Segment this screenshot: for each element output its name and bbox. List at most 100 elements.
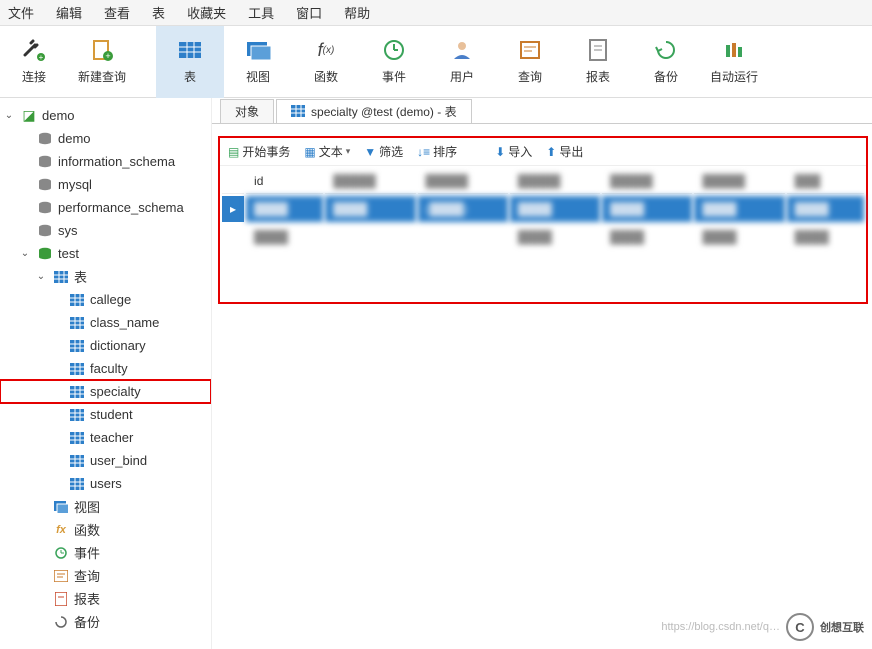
menu-file[interactable]: 文件: [8, 3, 34, 22]
backup-button[interactable]: 备份: [632, 26, 700, 98]
views-group[interactable]: 视图: [0, 495, 211, 518]
content-area: 对象 specialty @test (demo) - 表 ▤开始事务 ▦文本▾…: [212, 98, 872, 649]
sort-button[interactable]: ↓≡排序: [417, 143, 457, 160]
cell[interactable]: ████: [510, 224, 600, 250]
column-header[interactable]: ███: [787, 168, 864, 194]
table-button[interactable]: 表: [156, 26, 224, 98]
backup-icon: [52, 613, 70, 631]
table-node-faculty[interactable]: faculty: [0, 357, 211, 380]
column-header[interactable]: id: [246, 168, 323, 194]
import-button[interactable]: ⬇导入: [495, 143, 532, 160]
db-node-performance_schema[interactable]: performance_schema: [0, 196, 211, 219]
view-button[interactable]: 视图: [224, 26, 292, 98]
column-header[interactable]: █████: [418, 168, 508, 194]
cell[interactable]: ████: [246, 224, 323, 250]
tab-specialty[interactable]: specialty @test (demo) - 表: [276, 99, 472, 123]
cell[interactable]: [325, 224, 415, 250]
event-button[interactable]: 事件: [360, 26, 428, 98]
table-node-specialty[interactable]: specialty: [0, 380, 211, 403]
cell[interactable]: ████: [694, 224, 784, 250]
table-icon: [291, 105, 305, 119]
db-tree: ⌄ ◪ demo demoinformation_schemamysqlperf…: [0, 98, 212, 649]
table-node-teacher[interactable]: teacher: [0, 426, 211, 449]
svg-text:+: +: [105, 51, 110, 61]
menu-view[interactable]: 查看: [104, 3, 130, 22]
connection-node[interactable]: ⌄ ◪ demo: [0, 104, 211, 127]
query-icon: [52, 567, 70, 585]
chevron-down-icon: ▾: [346, 146, 351, 157]
table-node-users[interactable]: users: [0, 472, 211, 495]
column-header[interactable]: █████: [510, 168, 600, 194]
connection-icon: ◪: [20, 107, 38, 125]
cell[interactable]: ████: [246, 196, 323, 222]
report-button[interactable]: 报表: [564, 26, 632, 98]
chevron-down-icon: ⌄: [2, 110, 16, 121]
function-button[interactable]: f(x) 函数: [292, 26, 360, 98]
begin-transaction-button[interactable]: ▤开始事务: [228, 143, 290, 160]
cell[interactable]: (████): [418, 196, 508, 222]
database-icon: [36, 130, 54, 148]
table-node-student[interactable]: student: [0, 403, 211, 426]
table-icon: [68, 383, 86, 401]
watermark: https://blog.csdn.net/q… C 创想互联: [661, 613, 864, 641]
backup-icon: [652, 38, 680, 62]
cell[interactable]: ████: [510, 196, 600, 222]
functions-group[interactable]: fx函数: [0, 518, 211, 541]
row-pointer: [222, 224, 244, 250]
tab-objects[interactable]: 对象: [220, 99, 274, 123]
menu-bar: 文件 编辑 查看 表 收藏夹 工具 窗口 帮助: [0, 0, 872, 26]
query-button[interactable]: 查询: [496, 26, 564, 98]
cell[interactable]: ████: [602, 224, 692, 250]
autorun-button[interactable]: 自动运行: [700, 26, 768, 98]
cell[interactable]: [418, 224, 508, 250]
cell[interactable]: ████: [787, 224, 864, 250]
events-group[interactable]: 事件: [0, 541, 211, 564]
reports-group[interactable]: 报表: [0, 587, 211, 610]
db-node-sys[interactable]: sys: [0, 219, 211, 242]
column-header[interactable]: █████: [325, 168, 415, 194]
database-icon: [36, 176, 54, 194]
db-node-mysql[interactable]: mysql: [0, 173, 211, 196]
text-button[interactable]: ▦文本▾: [304, 143, 350, 160]
menu-window[interactable]: 窗口: [296, 3, 322, 22]
menu-edit[interactable]: 编辑: [56, 3, 82, 22]
table-row[interactable]: ▸████████(████)████████████████: [222, 196, 864, 222]
sort-icon: ↓≡: [417, 145, 430, 159]
column-header[interactable]: █████: [602, 168, 692, 194]
menu-tools[interactable]: 工具: [248, 3, 274, 22]
table-icon: [68, 337, 86, 355]
user-button[interactable]: 用户: [428, 26, 496, 98]
table-node-callege[interactable]: callege: [0, 288, 211, 311]
table-icon: [68, 314, 86, 332]
export-button[interactable]: ⬆导出: [546, 143, 583, 160]
table-node-dictionary[interactable]: dictionary: [0, 334, 211, 357]
backups-group[interactable]: 备份: [0, 610, 211, 633]
tables-group[interactable]: ⌄表: [0, 265, 211, 288]
connection-button[interactable]: + 连接: [0, 26, 68, 98]
data-grid[interactable]: id████████████████████████████ ▸████████…: [220, 166, 866, 252]
cell[interactable]: ████: [787, 196, 864, 222]
db-node-information_schema[interactable]: information_schema: [0, 150, 211, 173]
table-icon: [68, 360, 86, 378]
fx-icon: fx: [52, 521, 70, 539]
table-icon: [68, 406, 86, 424]
database-icon: [36, 222, 54, 240]
column-header[interactable]: █████: [694, 168, 784, 194]
cell[interactable]: ████: [325, 196, 415, 222]
menu-favorites[interactable]: 收藏夹: [187, 3, 226, 22]
query-icon: [516, 38, 544, 62]
table-node-class_name[interactable]: class_name: [0, 311, 211, 334]
table-node-user_bind[interactable]: user_bind: [0, 449, 211, 472]
main-toolbar: + 连接 + 新建查询 表 视图 f(x) 函数 事件 用户 查询 报表 备份 …: [0, 26, 872, 98]
cell[interactable]: ████: [694, 196, 784, 222]
db-node-test[interactable]: ⌄test: [0, 242, 211, 265]
queries-group[interactable]: 查询: [0, 564, 211, 587]
filter-button[interactable]: ▼筛选: [364, 143, 403, 160]
database-icon: [36, 153, 54, 171]
table-row[interactable]: ████████████████████: [222, 224, 864, 250]
cell[interactable]: ████: [602, 196, 692, 222]
menu-table[interactable]: 表: [152, 3, 165, 22]
db-node-demo[interactable]: demo: [0, 127, 211, 150]
new-query-button[interactable]: + 新建查询: [68, 26, 136, 98]
menu-help[interactable]: 帮助: [344, 3, 370, 22]
